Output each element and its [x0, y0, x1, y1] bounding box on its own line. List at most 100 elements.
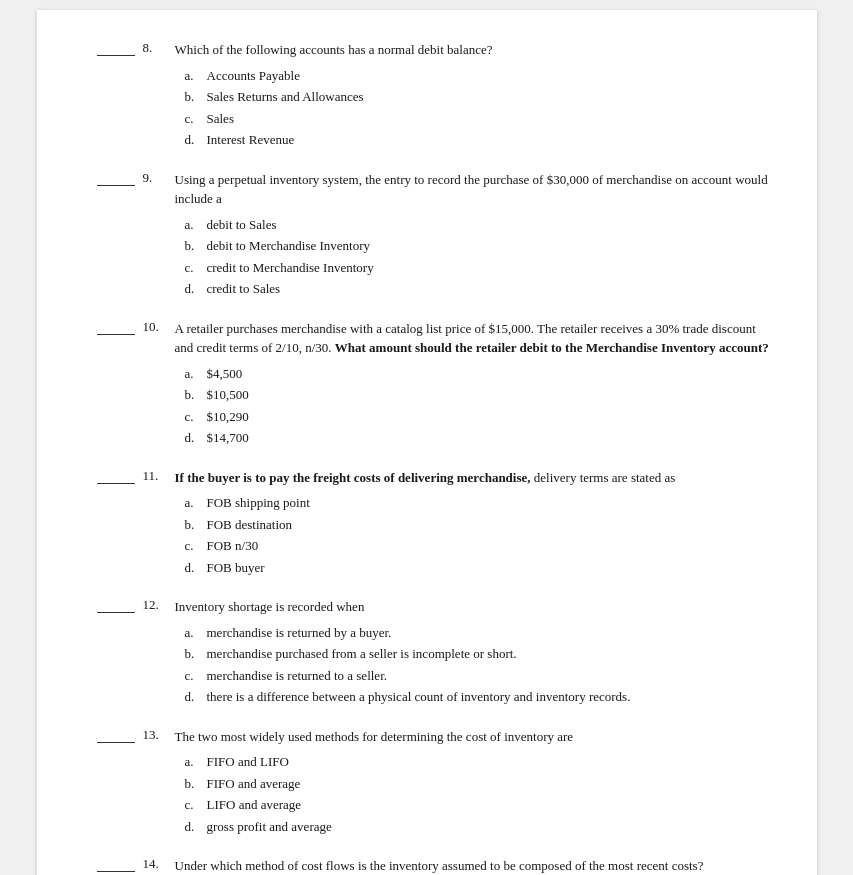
option-text-12-1: merchandise purchased from a seller is i… [207, 644, 772, 664]
answer-blank-8 [97, 42, 135, 56]
option-item-10-1: b.$10,500 [185, 385, 772, 405]
question-number-13: 13. [143, 727, 171, 743]
option-text-9-0: debit to Sales [207, 215, 772, 235]
answer-blank-13 [97, 729, 135, 743]
option-item-13-2: c.LIFO and average [185, 795, 772, 815]
option-text-11-2: FOB n/30 [207, 536, 772, 556]
option-item-9-2: c.credit to Merchandise Inventory [185, 258, 772, 278]
question-number-8: 8. [143, 40, 171, 56]
question-content-8: Which of the following accounts has a no… [175, 40, 772, 152]
question-content-9: Using a perpetual inventory system, the … [175, 170, 772, 301]
answer-blank-10 [97, 321, 135, 335]
option-letter-9-0: a. [185, 215, 207, 235]
option-letter-9-2: c. [185, 258, 207, 278]
question-text-8: Which of the following accounts has a no… [175, 40, 772, 60]
option-text-10-1: $10,500 [207, 385, 772, 405]
option-item-8-1: b.Sales Returns and Allowances [185, 87, 772, 107]
question-number-11: 11. [143, 468, 171, 484]
option-item-8-3: d.Interest Revenue [185, 130, 772, 150]
option-letter-12-3: d. [185, 687, 207, 707]
question-text-14: Under which method of cost flows is the … [175, 856, 772, 875]
option-item-11-3: d.FOB buyer [185, 558, 772, 578]
option-item-12-3: d.there is a difference between a physic… [185, 687, 772, 707]
question-content-11: If the buyer is to pay the freight costs… [175, 468, 772, 580]
answer-blank-9 [97, 172, 135, 186]
option-item-11-2: c.FOB n/30 [185, 536, 772, 556]
option-letter-10-2: c. [185, 407, 207, 427]
option-letter-9-3: d. [185, 279, 207, 299]
option-letter-12-2: c. [185, 666, 207, 686]
option-letter-10-1: b. [185, 385, 207, 405]
option-item-13-1: b.FIFO and average [185, 774, 772, 794]
option-letter-11-2: c. [185, 536, 207, 556]
option-text-13-3: gross profit and average [207, 817, 772, 837]
option-text-10-2: $10,290 [207, 407, 772, 427]
option-letter-8-2: c. [185, 109, 207, 129]
question-block-13: 13.The two most widely used methods for … [97, 727, 772, 839]
question-number-10: 10. [143, 319, 171, 335]
option-text-8-1: Sales Returns and Allowances [207, 87, 772, 107]
options-list-8: a.Accounts Payableb.Sales Returns and Al… [185, 66, 772, 150]
option-text-8-3: Interest Revenue [207, 130, 772, 150]
option-item-12-2: c.merchandise is returned to a seller. [185, 666, 772, 686]
option-letter-8-1: b. [185, 87, 207, 107]
question-block-10: 10.A retailer purchases merchandise with… [97, 319, 772, 450]
option-text-11-3: FOB buyer [207, 558, 772, 578]
question-text-9: Using a perpetual inventory system, the … [175, 170, 772, 209]
options-list-11: a.FOB shipping pointb.FOB destinationc.F… [185, 493, 772, 577]
question-content-14: Under which method of cost flows is the … [175, 856, 772, 875]
option-text-13-0: FIFO and LIFO [207, 752, 772, 772]
answer-blank-14 [97, 858, 135, 872]
option-item-9-1: b.debit to Merchandise Inventory [185, 236, 772, 256]
question-block-9: 9.Using a perpetual inventory system, th… [97, 170, 772, 301]
question-text-12: Inventory shortage is recorded when [175, 597, 772, 617]
question-text-10: A retailer purchases merchandise with a … [175, 319, 772, 358]
option-text-11-0: FOB shipping point [207, 493, 772, 513]
option-text-11-1: FOB destination [207, 515, 772, 535]
question-content-10: A retailer purchases merchandise with a … [175, 319, 772, 450]
option-text-8-2: Sales [207, 109, 772, 129]
option-text-10-3: $14,700 [207, 428, 772, 448]
options-list-9: a.debit to Salesb.debit to Merchandise I… [185, 215, 772, 299]
option-item-12-1: b.merchandise purchased from a seller is… [185, 644, 772, 664]
answer-blank-11 [97, 470, 135, 484]
option-letter-11-0: a. [185, 493, 207, 513]
option-letter-10-3: d. [185, 428, 207, 448]
option-letter-13-3: d. [185, 817, 207, 837]
option-letter-8-0: a. [185, 66, 207, 86]
option-item-11-1: b.FOB destination [185, 515, 772, 535]
option-text-10-0: $4,500 [207, 364, 772, 384]
option-letter-13-1: b. [185, 774, 207, 794]
option-text-12-0: merchandise is returned by a buyer. [207, 623, 772, 643]
option-item-11-0: a.FOB shipping point [185, 493, 772, 513]
option-letter-12-0: a. [185, 623, 207, 643]
option-item-10-0: a.$4,500 [185, 364, 772, 384]
question-block-11: 11.If the buyer is to pay the freight co… [97, 468, 772, 580]
option-item-9-3: d.credit to Sales [185, 279, 772, 299]
options-list-13: a.FIFO and LIFOb.FIFO and averagec.LIFO … [185, 752, 772, 836]
option-letter-8-3: d. [185, 130, 207, 150]
option-letter-11-1: b. [185, 515, 207, 535]
option-letter-13-0: a. [185, 752, 207, 772]
option-letter-12-1: b. [185, 644, 207, 664]
option-item-10-3: d.$14,700 [185, 428, 772, 448]
option-text-8-0: Accounts Payable [207, 66, 772, 86]
option-text-13-1: FIFO and average [207, 774, 772, 794]
option-item-10-2: c.$10,290 [185, 407, 772, 427]
option-item-8-2: c.Sales [185, 109, 772, 129]
question-text-11: If the buyer is to pay the freight costs… [175, 468, 772, 488]
option-text-9-3: credit to Sales [207, 279, 772, 299]
option-text-12-3: there is a difference between a physical… [207, 687, 772, 707]
option-item-9-0: a.debit to Sales [185, 215, 772, 235]
option-letter-10-0: a. [185, 364, 207, 384]
option-item-13-0: a.FIFO and LIFO [185, 752, 772, 772]
question-block-14: 14.Under which method of cost flows is t… [97, 856, 772, 875]
options-list-12: a.merchandise is returned by a buyer.b.m… [185, 623, 772, 707]
answer-blank-12 [97, 599, 135, 613]
option-letter-13-2: c. [185, 795, 207, 815]
question-number-14: 14. [143, 856, 171, 872]
option-item-8-0: a.Accounts Payable [185, 66, 772, 86]
option-item-13-3: d.gross profit and average [185, 817, 772, 837]
question-content-12: Inventory shortage is recorded when a.mer… [175, 597, 772, 709]
option-letter-9-1: b. [185, 236, 207, 256]
